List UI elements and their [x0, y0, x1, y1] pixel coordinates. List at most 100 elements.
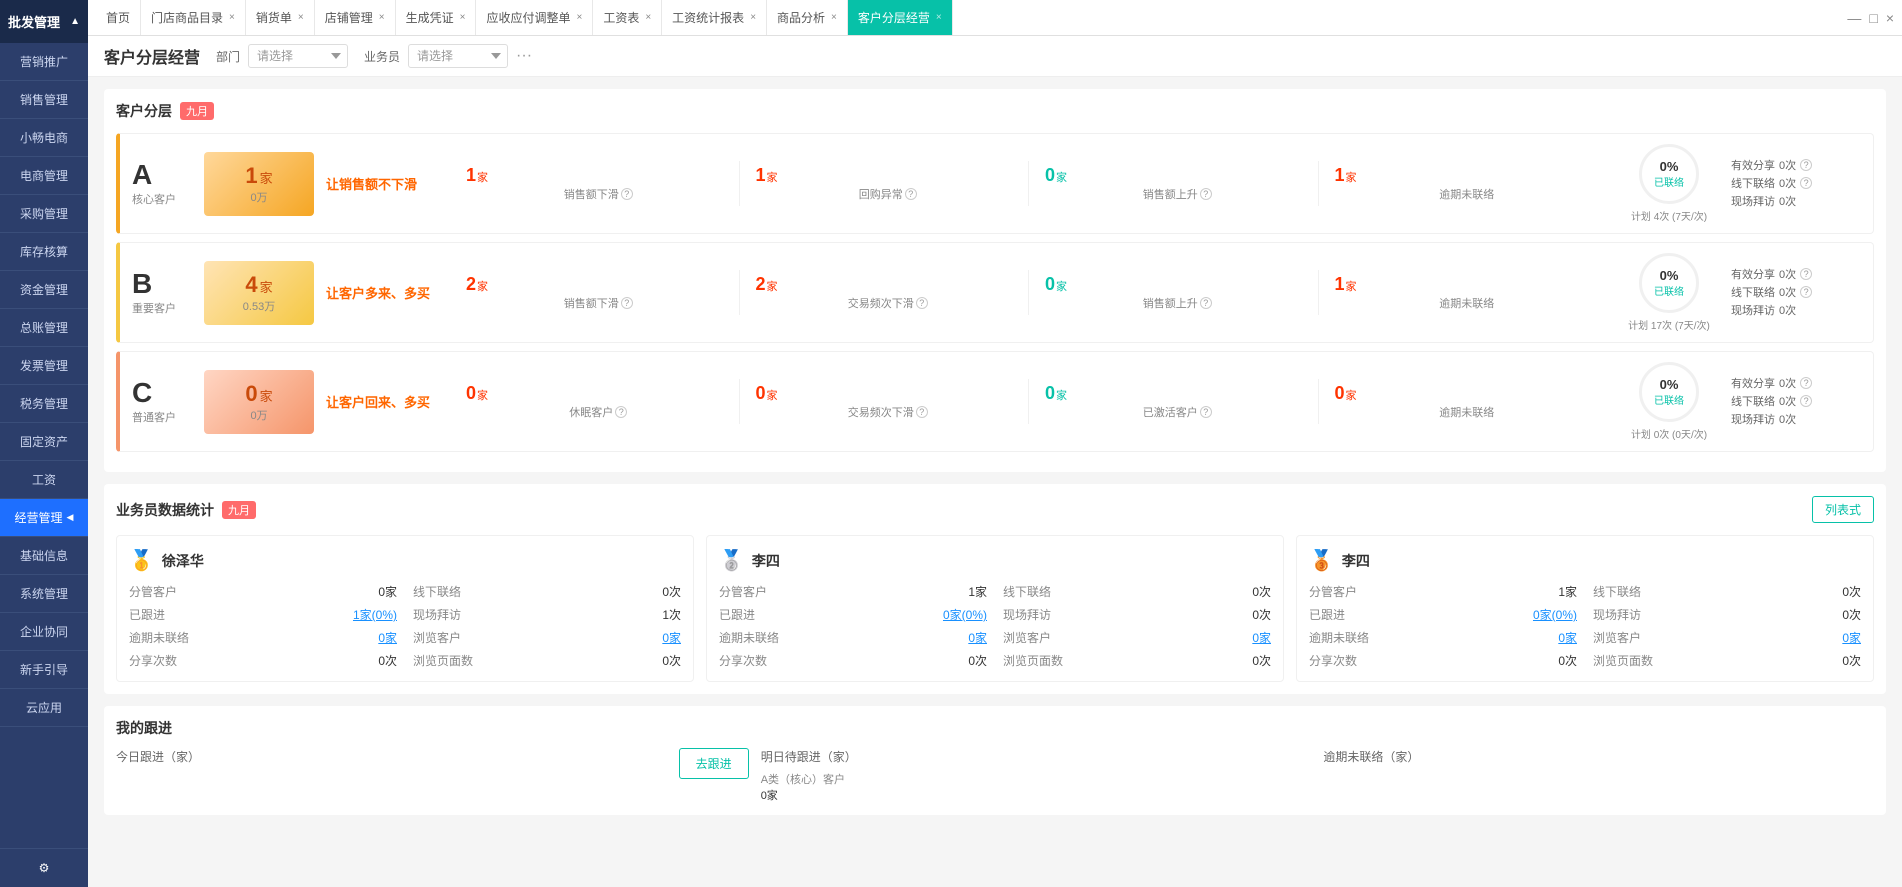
- sidebar-item-management[interactable]: 经营管理 ◀: [0, 499, 88, 537]
- tier-b-overdue[interactable]: 1 家 逾期未联络: [1327, 270, 1608, 315]
- tab-close-icon[interactable]: ×: [576, 12, 582, 23]
- followup-today-col: 今日跟进（家）: [116, 748, 667, 771]
- tier-a-count-box[interactable]: 1 家 0万: [204, 152, 314, 216]
- tier-c-stat-0[interactable]: 0 家 休眠客户 ?: [458, 379, 740, 424]
- tab-close-icon[interactable]: ×: [460, 12, 466, 23]
- tab-home[interactable]: 首页: [96, 0, 141, 35]
- tier-a-right-metrics: 有效分享 0次 ? 线下联络 0次 ? 现场拜访 0次: [1731, 157, 1861, 211]
- sidebar-item-label: 销售管理: [20, 93, 68, 107]
- staff-stats-1: 分管客户 1家 线下联络 0次 已跟进 0家(0%) 现场拜访: [719, 583, 1271, 669]
- tier-b-stat-2[interactable]: 0 家 销售额上升 ?: [1037, 270, 1319, 315]
- stat-unit: 家: [477, 169, 488, 185]
- tier-a-stat-1[interactable]: 1 家 回购异常 ?: [748, 161, 1030, 206]
- tier-a-stat-2[interactable]: 0 家 销售额上升 ?: [1037, 161, 1319, 206]
- sidebar-item-sales[interactable]: 销售管理: [0, 81, 88, 119]
- sidebar-item-tax[interactable]: 税务管理: [0, 385, 88, 423]
- tier-c-overdue[interactable]: 0 家 逾期未联络: [1327, 379, 1608, 424]
- list-view-button[interactable]: 列表式: [1812, 496, 1874, 523]
- info-icon[interactable]: ?: [916, 297, 928, 309]
- metric-label: 线下联络: [1731, 175, 1775, 191]
- tab-close-icon[interactable]: ×: [229, 12, 235, 23]
- sidebar-item-label: 营销推广: [20, 55, 68, 69]
- tier-c-count: 0: [245, 381, 257, 407]
- tier-c-slogan: 让客户回来、多买: [326, 392, 446, 411]
- tier-b-count-box[interactable]: 4 家 0.53万: [204, 261, 314, 325]
- info-icon[interactable]: ?: [905, 188, 917, 200]
- metric-value: 0次: [1779, 157, 1796, 173]
- tab-close-icon[interactable]: ×: [831, 12, 837, 23]
- tier-b-stat-0[interactable]: 2 家 销售额下滑 ?: [458, 270, 740, 315]
- right-metric-0: 有效分享 0次 ?: [1731, 157, 1861, 173]
- sidebar-header[interactable]: 批发管理 ▲: [0, 0, 88, 43]
- tab-voucher[interactable]: 生成凭证 ×: [396, 0, 477, 35]
- info-icon[interactable]: ?: [1200, 297, 1212, 309]
- info-icon[interactable]: ?: [621, 188, 633, 200]
- tier-a-stat-0[interactable]: 1 家 销售额下滑 ?: [458, 161, 740, 206]
- tab-store-products[interactable]: 门店商品目录 ×: [141, 0, 246, 35]
- tab-ar-ap[interactable]: 应收应付调整单 ×: [476, 0, 593, 35]
- info-icon[interactable]: ?: [621, 297, 633, 309]
- info-icon[interactable]: ?: [1800, 286, 1812, 298]
- contact-circle: 0% 已联络: [1639, 144, 1699, 204]
- info-icon[interactable]: ?: [1800, 377, 1812, 389]
- settings-icon: ⚙: [39, 861, 50, 875]
- more-options-icon[interactable]: ···: [516, 47, 532, 65]
- sidebar-item-procurement[interactable]: 采购管理: [0, 195, 88, 233]
- dept-select[interactable]: 请选择: [248, 44, 348, 68]
- tier-c-stat-2[interactable]: 0 家 已激活客户 ?: [1037, 379, 1319, 424]
- tab-payroll[interactable]: 工资表 ×: [593, 0, 662, 35]
- contact-circle: 0% 已联络: [1639, 253, 1699, 313]
- biz-title: 业务员数据统计: [116, 500, 214, 520]
- tier-c-count-box[interactable]: 0 家 0万: [204, 370, 314, 434]
- sidebar-item-cloud[interactable]: 云应用: [0, 689, 88, 727]
- sidebar-item-ecommerce[interactable]: 电商管理: [0, 157, 88, 195]
- sidebar-item-marketing[interactable]: 营销推广: [0, 43, 88, 81]
- staff-name-2: 李四: [1342, 551, 1370, 571]
- staff-stat-row: 现场拜访 1次: [413, 606, 681, 623]
- sidebar-item-guide[interactable]: 新手引导: [0, 651, 88, 689]
- tier-c-stat-1[interactable]: 0 家 交易频次下滑 ?: [748, 379, 1030, 424]
- sidebar-item-finance[interactable]: 资金管理: [0, 271, 88, 309]
- info-icon[interactable]: ?: [1200, 188, 1212, 200]
- info-icon[interactable]: ?: [1800, 395, 1812, 407]
- info-icon[interactable]: ?: [1800, 268, 1812, 280]
- sidebar-item-system[interactable]: 系统管理: [0, 575, 88, 613]
- sidebar-item-collab[interactable]: 企业协同: [0, 613, 88, 651]
- staff-select[interactable]: 请选择: [408, 44, 508, 68]
- sidebar-item-payroll[interactable]: 工资: [0, 461, 88, 499]
- tab-payroll-report[interactable]: 工资统计报表 ×: [662, 0, 767, 35]
- tier-b-count: 4: [245, 272, 257, 298]
- tab-label: 客户分层经营: [858, 9, 930, 26]
- window-minimize-btn[interactable]: —: [1847, 10, 1861, 26]
- sidebar-item-invoice[interactable]: 发票管理: [0, 347, 88, 385]
- tab-close-icon[interactable]: ×: [298, 12, 304, 23]
- tab-product-analysis[interactable]: 商品分析 ×: [767, 0, 848, 35]
- tab-close-icon[interactable]: ×: [645, 12, 651, 23]
- sidebar-header-label: 批发管理: [8, 12, 60, 31]
- info-icon[interactable]: ?: [1800, 177, 1812, 189]
- window-maximize-btn[interactable]: □: [1869, 10, 1877, 26]
- tab-close-icon[interactable]: ×: [936, 12, 942, 23]
- sidebar-item-fixed-assets[interactable]: 固定资产: [0, 423, 88, 461]
- info-icon[interactable]: ?: [916, 406, 928, 418]
- tab-close-icon[interactable]: ×: [750, 12, 756, 23]
- tab-sales-order[interactable]: 销货单 ×: [246, 0, 315, 35]
- sidebar-item-basic-info[interactable]: 基础信息: [0, 537, 88, 575]
- goto-followup-button[interactable]: 去跟进: [679, 748, 749, 779]
- sidebar-settings[interactable]: ⚙: [0, 848, 88, 887]
- tab-close-icon[interactable]: ×: [379, 12, 385, 23]
- window-close-btn[interactable]: ×: [1886, 10, 1894, 26]
- tier-b-stat-1[interactable]: 2 家 交易频次下滑 ?: [748, 270, 1030, 315]
- stat-label: 回购异常 ?: [756, 186, 1021, 202]
- info-icon[interactable]: ?: [615, 406, 627, 418]
- sidebar-item-inventory[interactable]: 库存核算: [0, 233, 88, 271]
- sidebar-item-ecommerce-small[interactable]: 小畅电商: [0, 119, 88, 157]
- sidebar-item-ledger[interactable]: 总账管理: [0, 309, 88, 347]
- sidebar-item-label: 新手引导: [20, 663, 68, 677]
- tab-store-manage[interactable]: 店铺管理 ×: [315, 0, 396, 35]
- sidebar-item-label: 电商管理: [20, 169, 68, 183]
- tier-a-overdue[interactable]: 1 家 逾期未联络: [1327, 161, 1608, 206]
- info-icon[interactable]: ?: [1200, 406, 1212, 418]
- tab-customer-tier[interactable]: 客户分层经营 ×: [848, 0, 953, 35]
- info-icon[interactable]: ?: [1800, 159, 1812, 171]
